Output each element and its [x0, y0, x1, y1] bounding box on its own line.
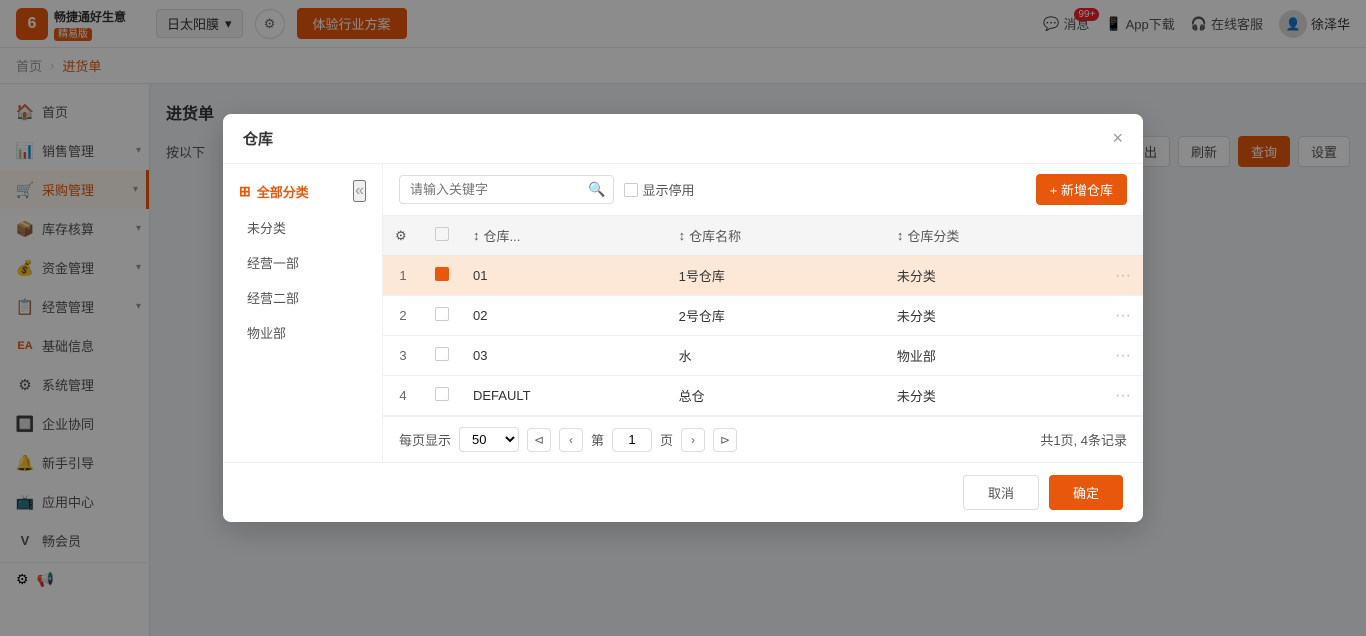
row-category: 未分类	[885, 376, 1103, 416]
warehouse-modal: 仓库 × ⊞ 全部分类 « 未分类 经营一部 经营二部 物业部	[223, 114, 1143, 522]
row-id: 03	[461, 336, 667, 376]
row-category: 未分类	[885, 296, 1103, 336]
row-num: 4	[383, 376, 423, 416]
page-last-button[interactable]: ⊳	[713, 428, 737, 452]
row-name: 水	[667, 336, 885, 376]
page-label: 第	[591, 430, 604, 449]
search-bar: 🔍	[399, 175, 614, 204]
category-sidebar: ⊞ 全部分类 « 未分类 经营一部 经营二部 物业部	[223, 164, 383, 462]
table-row[interactable]: 3 03 水 物业部 ···	[383, 336, 1143, 376]
row-category: 物业部	[885, 336, 1103, 376]
row-id: DEFAULT	[461, 376, 667, 416]
modal-header: 仓库 ×	[223, 114, 1143, 164]
col-checkbox	[423, 216, 461, 256]
per-page-select[interactable]: 50 100	[459, 427, 519, 452]
modal-title: 仓库	[243, 128, 273, 149]
warehouse-table: ⚙ ↕ 仓库...	[383, 216, 1143, 416]
col-warehouse-name: ↕ 仓库名称	[667, 216, 885, 256]
row-num: 3	[383, 336, 423, 376]
cancel-button[interactable]: 取消	[963, 475, 1039, 510]
modal-right-panel: 🔍 显示停用 + 新增仓库 ⚙	[383, 164, 1143, 462]
col-actions	[1103, 216, 1143, 256]
row-checkbox[interactable]	[423, 336, 461, 376]
table-row[interactable]: 4 DEFAULT 总仓 未分类 ···	[383, 376, 1143, 416]
row-checkbox[interactable]	[423, 376, 461, 416]
per-page-label: 每页显示	[399, 430, 451, 449]
table-row[interactable]: 2 02 2号仓库 未分类 ···	[383, 296, 1143, 336]
category-item-dept1[interactable]: 经营一部	[223, 245, 382, 280]
row-name: 2号仓库	[667, 296, 885, 336]
row-actions[interactable]: ···	[1103, 256, 1143, 296]
page-next-button[interactable]: ›	[681, 428, 705, 452]
row-actions[interactable]: ···	[1103, 376, 1143, 416]
category-collapse-button[interactable]: «	[353, 180, 366, 202]
row-name: 1号仓库	[667, 256, 885, 296]
row-checkbox[interactable]	[423, 296, 461, 336]
search-button[interactable]: 🔍	[580, 176, 613, 203]
col-warehouse-category: ↕ 仓库分类	[885, 216, 1103, 256]
category-item-property[interactable]: 物业部	[223, 315, 382, 350]
page-total: 共1页, 4条记录	[1040, 430, 1127, 449]
row-category: 未分类	[885, 256, 1103, 296]
modal-toolbar: 🔍 显示停用 + 新增仓库	[383, 164, 1143, 216]
category-header: ⊞ 全部分类 «	[223, 172, 382, 210]
search-input[interactable]	[400, 177, 580, 202]
modal-close-button[interactable]: ×	[1112, 128, 1123, 149]
confirm-button[interactable]: 确定	[1049, 475, 1123, 510]
table-row[interactable]: 1 01 1号仓库 未分类 ···	[383, 256, 1143, 296]
row-num: 1	[383, 256, 423, 296]
category-item-uncategorized[interactable]: 未分类	[223, 210, 382, 245]
category-item-dept2[interactable]: 经营二部	[223, 280, 382, 315]
col-warehouse-id: ↕ 仓库...	[461, 216, 667, 256]
page-prev-button[interactable]: ‹	[559, 428, 583, 452]
modal-pagination: 每页显示 50 100 ⊲ ‹ 第 页 › ⊳ 共1页, 4条记录	[383, 416, 1143, 462]
page-first-button[interactable]: ⊲	[527, 428, 551, 452]
row-actions[interactable]: ···	[1103, 336, 1143, 376]
row-checkbox[interactable]	[423, 256, 461, 296]
category-header-label: 全部分类	[257, 182, 309, 201]
row-actions[interactable]: ···	[1103, 296, 1143, 336]
row-id: 01	[461, 256, 667, 296]
show-disabled-checkbox[interactable]	[624, 183, 638, 197]
row-num: 2	[383, 296, 423, 336]
page-suffix: 页	[660, 430, 673, 449]
show-disabled-toggle[interactable]: 显示停用	[624, 180, 694, 199]
row-name: 总仓	[667, 376, 885, 416]
modal-body: ⊞ 全部分类 « 未分类 经营一部 经营二部 物业部 🔍	[223, 164, 1143, 462]
col-settings: ⚙	[383, 216, 423, 256]
modal-overlay: 仓库 × ⊞ 全部分类 « 未分类 经营一部 经营二部 物业部	[0, 0, 1366, 636]
row-id: 02	[461, 296, 667, 336]
modal-footer: 取消 确定	[223, 462, 1143, 522]
page-input[interactable]	[612, 428, 652, 452]
add-warehouse-button[interactable]: + 新增仓库	[1036, 174, 1127, 205]
